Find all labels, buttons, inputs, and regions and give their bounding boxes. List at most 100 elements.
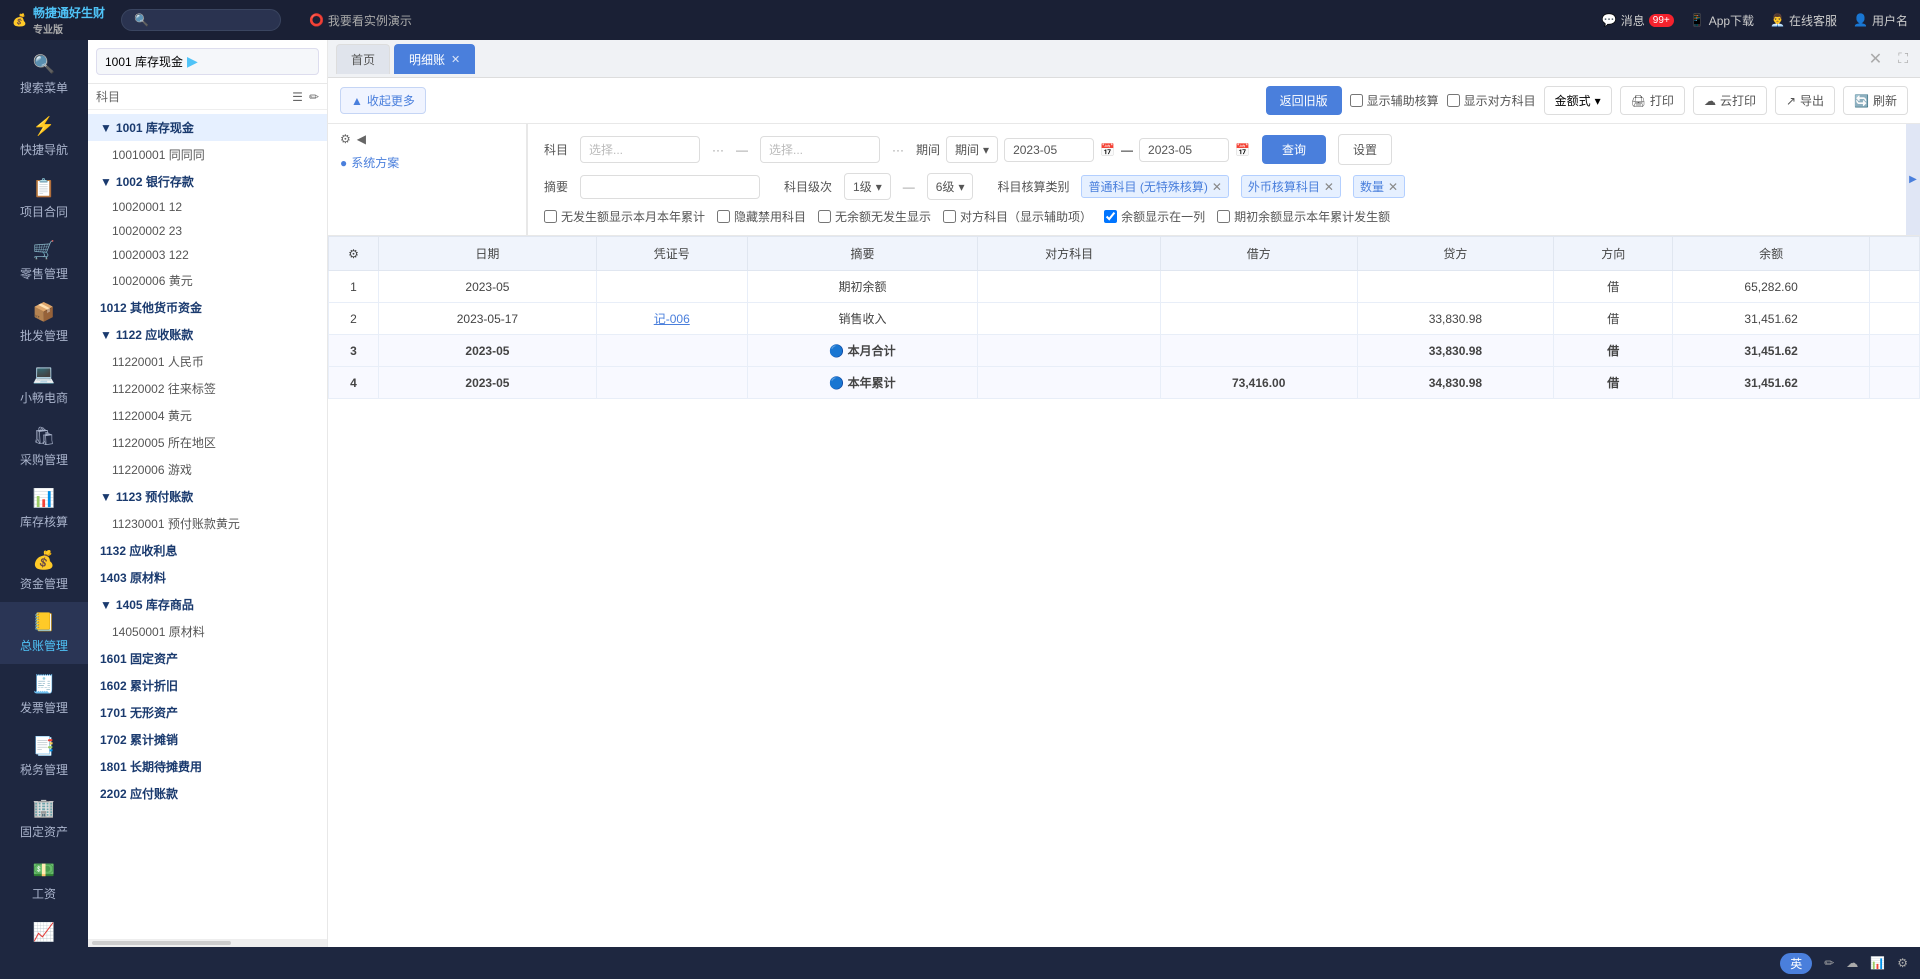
tag-ordinary-close[interactable]: ✕: [1212, 180, 1222, 194]
summary-filter-input[interactable]: [580, 175, 760, 199]
tree-item-1601[interactable]: 1601 固定资产: [88, 645, 327, 672]
tree-item-1801[interactable]: 1801 长期待摊费用: [88, 753, 327, 780]
style-button[interactable]: 金额式 ▾: [1544, 86, 1612, 115]
sidebar-item-invoice[interactable]: 🧾 发票管理: [0, 664, 88, 726]
settings-bottom-icon[interactable]: ⚙: [1897, 956, 1908, 970]
tree-item-11220004[interactable]: 11220004 黄元: [88, 402, 327, 429]
tree-item-10020001[interactable]: 10020001 12: [88, 195, 327, 219]
tree-item-11220002[interactable]: 11220002 往来标签: [88, 375, 327, 402]
checkbox-no-amount[interactable]: 无发生额显示本月本年累计: [544, 208, 705, 225]
tag-quantity[interactable]: 数量 ✕: [1353, 175, 1405, 198]
query-button[interactable]: 查询: [1262, 135, 1326, 164]
sidebar-item-payroll[interactable]: 💵 工资: [0, 850, 88, 912]
edit-icon[interactable]: ✏: [309, 90, 319, 104]
tree-item-1602[interactable]: 1602 累计折旧: [88, 672, 327, 699]
row-voucher[interactable]: 记-006: [596, 303, 747, 335]
display-aux-input[interactable]: [1350, 94, 1363, 107]
sidebar-item-quick[interactable]: ⚡ 快捷导航: [0, 106, 88, 168]
tree-item-1122[interactable]: ▼ 1122 应收账款: [88, 321, 327, 348]
tree-item-2202[interactable]: 2202 应付账款: [88, 780, 327, 807]
checkbox-contra-input[interactable]: [943, 210, 956, 223]
subject-level-start-dropdown[interactable]: 1级 ▾: [844, 173, 891, 200]
checkbox-hide-disabled-input[interactable]: [717, 210, 730, 223]
return-old-version-button[interactable]: 返回旧版: [1266, 86, 1342, 115]
app-download-button[interactable]: 📱 App下载: [1690, 12, 1754, 29]
refresh-button[interactable]: 🔄 刷新: [1843, 86, 1908, 115]
checkbox-hide-disabled[interactable]: 隐藏禁用科目: [717, 208, 806, 225]
tree-item-1012[interactable]: 1012 其他货币资金: [88, 294, 327, 321]
tree-item-1405[interactable]: ▼ 1405 库存商品: [88, 591, 327, 618]
window-maximize-button[interactable]: ⛶: [1894, 49, 1912, 69]
online-service-button[interactable]: 👨‍💼 在线客服: [1770, 12, 1837, 29]
export-button[interactable]: ↗ 导出: [1775, 86, 1835, 115]
edit-bottom-icon[interactable]: ✏: [1824, 956, 1834, 970]
tab-detail[interactable]: 明细账 ✕: [394, 44, 475, 74]
list-icon[interactable]: ☰: [292, 90, 303, 104]
tree-item-1403[interactable]: 1403 原材料: [88, 564, 327, 591]
checkbox-no-balance-input[interactable]: [818, 210, 831, 223]
tree-item-1001[interactable]: ▼ 1001 库存现金: [88, 114, 327, 141]
sidebar-item-ecommerce[interactable]: 💻 小畅电商: [0, 354, 88, 416]
period-type-dropdown[interactable]: 期间 ▾: [946, 136, 998, 163]
tree-item-10010001[interactable]: 10010001 同同同: [88, 141, 327, 168]
period-end-calendar-icon[interactable]: 📅: [1235, 143, 1250, 157]
tag-ordinary[interactable]: 普通科目 (无特殊核算) ✕: [1081, 175, 1228, 198]
tree-item-1002[interactable]: ▼ 1002 银行存款: [88, 168, 327, 195]
tree-item-10020006[interactable]: 10020006 黄元: [88, 267, 327, 294]
tree-item-1132[interactable]: 1132 应收利息: [88, 537, 327, 564]
left-panel-scrollbar[interactable]: [92, 941, 231, 945]
tree-item-11230001[interactable]: 11230001 预付账款黄元: [88, 510, 327, 537]
top-search-box[interactable]: 🔍: [121, 9, 281, 31]
sidebar-item-assets[interactable]: 🏢 固定资产: [0, 788, 88, 850]
collapse-arrow[interactable]: ◀: [357, 132, 366, 146]
tag-quantity-close[interactable]: ✕: [1388, 180, 1398, 194]
sidebar-item-tax[interactable]: 📑 税务管理: [0, 726, 88, 788]
user-avatar[interactable]: 👤 用户名: [1853, 12, 1908, 29]
subject-level-end-dropdown[interactable]: 6级 ▾: [927, 173, 974, 200]
tree-item-10020003[interactable]: 10020003 122: [88, 243, 327, 267]
window-close-button[interactable]: ✕: [1865, 49, 1886, 69]
chart-bottom-icon[interactable]: 📊: [1870, 956, 1885, 970]
top-search-input[interactable]: [155, 13, 255, 27]
demo-link[interactable]: ⭕ 我要看实例演示: [309, 12, 412, 29]
tree-item-1123[interactable]: ▼ 1123 预付账款: [88, 483, 327, 510]
sidebar-item-ledger[interactable]: 📒 总账管理: [0, 602, 88, 664]
tree-item-11220001[interactable]: 11220001 人民币: [88, 348, 327, 375]
system-scheme-button[interactable]: ● 系统方案: [340, 154, 514, 171]
checkbox-balance-column[interactable]: 余额显示在一列: [1104, 208, 1205, 225]
message-button[interactable]: 💬 消息 99+: [1602, 12, 1674, 29]
tree-item-11220006[interactable]: 11220006 游戏: [88, 456, 327, 483]
tag-foreign[interactable]: 外币核算科目 ✕: [1241, 175, 1341, 198]
checkbox-opening-balance[interactable]: 期初余额显示本年累计发生额: [1217, 208, 1390, 225]
right-collapse-btn[interactable]: ▶: [1906, 124, 1920, 235]
sidebar-item-operations[interactable]: 📈 经营管理: [0, 912, 88, 947]
scheme-settings-icon[interactable]: ⚙: [340, 132, 351, 146]
language-button[interactable]: 英: [1780, 953, 1812, 974]
tree-item-14050001[interactable]: 14050001 原材料: [88, 618, 327, 645]
tree-item-1702[interactable]: 1702 累计摊销: [88, 726, 327, 753]
display-contra-input[interactable]: [1447, 94, 1460, 107]
period-end-input[interactable]: [1139, 138, 1229, 162]
sidebar-item-wholesale[interactable]: 📦 批发管理: [0, 292, 88, 354]
tab-close-icon[interactable]: ✕: [451, 53, 460, 66]
sidebar-item-purchase[interactable]: 🛍 采购管理: [0, 416, 88, 478]
period-start-input[interactable]: [1004, 138, 1094, 162]
checkbox-opening-balance-input[interactable]: [1217, 210, 1230, 223]
tab-home[interactable]: 首页: [336, 44, 390, 74]
cloud-bottom-icon[interactable]: ☁: [1846, 956, 1858, 970]
sidebar-item-inventory[interactable]: 📊 库存核算: [0, 478, 88, 540]
tag-foreign-close[interactable]: ✕: [1324, 180, 1334, 194]
checkbox-no-balance[interactable]: 无余额无发生显示: [818, 208, 931, 225]
tree-item-10020002[interactable]: 10020002 23: [88, 219, 327, 243]
subject-filter-input[interactable]: 选择...: [580, 136, 700, 163]
print-button[interactable]: 🖨 打印: [1620, 86, 1685, 115]
sidebar-item-finance[interactable]: 💰 资金管理: [0, 540, 88, 602]
checkbox-balance-column-input[interactable]: [1104, 210, 1117, 223]
display-aux-checkbox[interactable]: 显示辅助核算: [1350, 92, 1439, 109]
checkbox-no-amount-input[interactable]: [544, 210, 557, 223]
voucher-link[interactable]: 记-006: [654, 312, 690, 326]
sidebar-item-project[interactable]: 📋 项目合同: [0, 168, 88, 230]
display-contra-checkbox[interactable]: 显示对方科目: [1447, 92, 1536, 109]
settings-button[interactable]: 设置: [1338, 134, 1392, 165]
th-settings[interactable]: ⚙: [329, 237, 379, 271]
